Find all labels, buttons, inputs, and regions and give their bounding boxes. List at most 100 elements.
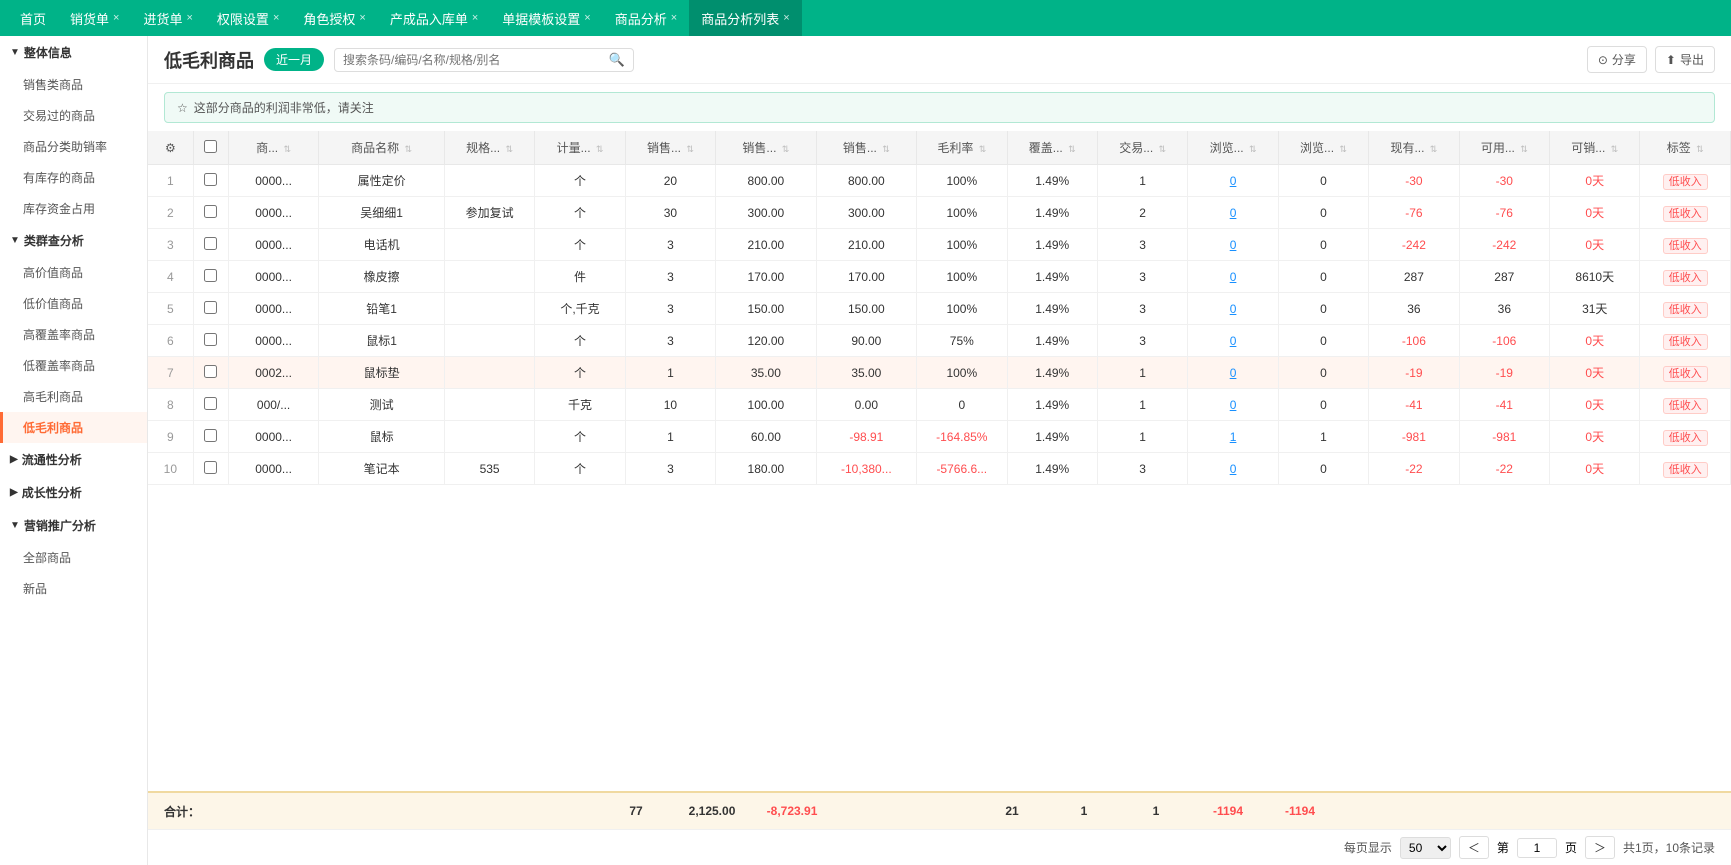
nav-item-产成品入库单[interactable]: 产成品入库单×	[378, 0, 490, 36]
row-browse1[interactable]: 0	[1188, 293, 1278, 325]
row-checkbox[interactable]	[193, 453, 228, 485]
share-button[interactable]: ⊙ 分享	[1587, 46, 1647, 73]
nav-close-icon[interactable]: ×	[273, 12, 279, 24]
nav-close-icon[interactable]: ×	[113, 12, 119, 24]
sidebar-item-新品[interactable]: 新品	[0, 573, 147, 604]
search-input[interactable]	[343, 53, 609, 67]
sidebar: ▼整体信息销售类商品交易过的商品商品分类助销率有库存的商品库存资金占用▼类群查分…	[0, 36, 148, 865]
sidebar-item-商品分类助销率[interactable]: 商品分类助销率	[0, 131, 147, 162]
sidebar-group-类群查分析[interactable]: ▼类群查分析	[0, 224, 147, 257]
nav-item-商品分析列表[interactable]: 商品分析列表×	[689, 0, 801, 36]
row-select-checkbox[interactable]	[204, 237, 217, 250]
period-button[interactable]: 近一月	[264, 48, 324, 71]
sidebar-item-高覆盖率商品[interactable]: 高覆盖率商品	[0, 319, 147, 350]
export-button[interactable]: ⬆ 导出	[1655, 46, 1715, 73]
per-page-select[interactable]: 50 20 100	[1400, 837, 1451, 859]
row-browse1[interactable]: 0	[1188, 357, 1278, 389]
row-checkbox[interactable]	[193, 421, 228, 453]
row-checkbox[interactable]	[193, 293, 228, 325]
nav-item-权限设置[interactable]: 权限设置×	[205, 0, 291, 36]
row-browse1[interactable]: 0	[1188, 325, 1278, 357]
row-select-checkbox[interactable]	[204, 269, 217, 282]
sidebar-group-流通性分析[interactable]: ▶流通性分析	[0, 443, 147, 476]
col-qty[interactable]: 销售... ⇅	[625, 131, 715, 165]
sidebar-group-整体信息[interactable]: ▼整体信息	[0, 36, 147, 69]
col-checkbox	[193, 131, 228, 165]
nav-close-icon[interactable]: ×	[584, 12, 590, 24]
page-number-input[interactable]	[1517, 838, 1557, 858]
sidebar-item-高价值商品[interactable]: 高价值商品	[0, 257, 147, 288]
prev-page-button[interactable]: ＜	[1459, 836, 1489, 859]
nav-item-商品分析[interactable]: 商品分析×	[603, 0, 689, 36]
row-browse1[interactable]: 1	[1188, 421, 1278, 453]
row-checkbox[interactable]	[193, 165, 228, 197]
search-icon[interactable]: 🔍	[609, 52, 625, 68]
sidebar-item-低覆盖率商品[interactable]: 低覆盖率商品	[0, 350, 147, 381]
row-browse1[interactable]: 0	[1188, 453, 1278, 485]
table-body: 1 0000... 属性定价 个 20 800.00 800.00 100% 1…	[148, 165, 1731, 485]
data-table: ⚙ 商... ⇅ 商品名称 ⇅ 规格... ⇅ 计量... ⇅ 销售... ⇅ …	[148, 131, 1731, 485]
row-browse1[interactable]: 0	[1188, 389, 1278, 421]
col-unit[interactable]: 计量... ⇅	[535, 131, 625, 165]
nav-close-icon[interactable]: ×	[783, 12, 789, 24]
nav-close-icon[interactable]: ×	[472, 12, 478, 24]
sidebar-item-低毛利商品[interactable]: 低毛利商品	[0, 412, 147, 443]
col-name[interactable]: 商品名称 ⇅	[319, 131, 445, 165]
sidebar-item-库存资金占用[interactable]: 库存资金占用	[0, 193, 147, 224]
nav-close-icon[interactable]: ×	[359, 12, 365, 24]
row-checkbox[interactable]	[193, 389, 228, 421]
row-checkbox[interactable]	[193, 261, 228, 293]
row-browse1[interactable]: 0	[1188, 197, 1278, 229]
row-select-checkbox[interactable]	[204, 429, 217, 442]
next-page-button[interactable]: ＞	[1585, 836, 1615, 859]
sidebar-item-交易过的商品[interactable]: 交易过的商品	[0, 100, 147, 131]
col-gear[interactable]: ⚙	[148, 131, 193, 165]
row-sale-amount: 170.00	[816, 261, 916, 293]
row-select-checkbox[interactable]	[204, 173, 217, 186]
nav-item-进货单[interactable]: 进货单×	[131, 0, 204, 36]
sidebar-item-有库存的商品[interactable]: 有库存的商品	[0, 162, 147, 193]
nav-item-首页[interactable]: 首页	[8, 0, 58, 36]
nav-close-icon[interactable]: ×	[186, 12, 192, 24]
col-tag[interactable]: 标签 ⇅	[1640, 131, 1731, 165]
col-code[interactable]: 商... ⇅	[228, 131, 318, 165]
nav-item-单据模板设置[interactable]: 单据模板设置×	[490, 0, 602, 36]
select-all-checkbox[interactable]	[204, 140, 217, 153]
row-browse1[interactable]: 0	[1188, 229, 1278, 261]
col-price[interactable]: 销售... ⇅	[716, 131, 816, 165]
table-container[interactable]: ⚙ 商... ⇅ 商品名称 ⇅ 规格... ⇅ 计量... ⇅ 销售... ⇅ …	[148, 131, 1731, 791]
row-select-checkbox[interactable]	[204, 365, 217, 378]
row-select-checkbox[interactable]	[204, 397, 217, 410]
col-sale-amount[interactable]: 销售... ⇅	[816, 131, 916, 165]
sidebar-item-高毛利商品[interactable]: 高毛利商品	[0, 381, 147, 412]
col-saleable[interactable]: 可销... ⇅	[1550, 131, 1640, 165]
col-stock[interactable]: 现有... ⇅	[1369, 131, 1459, 165]
sidebar-group-成长性分析[interactable]: ▶成长性分析	[0, 476, 147, 509]
row-checkbox[interactable]	[193, 229, 228, 261]
col-trade[interactable]: 交易... ⇅	[1097, 131, 1187, 165]
nav-item-角色授权[interactable]: 角色授权×	[291, 0, 377, 36]
col-browse2[interactable]: 浏览... ⇅	[1278, 131, 1368, 165]
col-coverage[interactable]: 覆盖... ⇅	[1007, 131, 1097, 165]
row-select-checkbox[interactable]	[204, 205, 217, 218]
row-select-checkbox[interactable]	[204, 301, 217, 314]
row-browse1[interactable]: 0	[1188, 165, 1278, 197]
row-checkbox[interactable]	[193, 197, 228, 229]
nav-item-销货单[interactable]: 销货单×	[58, 0, 131, 36]
col-gross-rate[interactable]: 毛利率 ⇅	[917, 131, 1007, 165]
col-browse1[interactable]: 浏览... ⇅	[1188, 131, 1278, 165]
row-select-checkbox[interactable]	[204, 333, 217, 346]
row-select-checkbox[interactable]	[204, 461, 217, 474]
row-available: -22	[1459, 453, 1549, 485]
row-checkbox[interactable]	[193, 357, 228, 389]
nav-close-icon[interactable]: ×	[671, 12, 677, 24]
sidebar-group-营销推广分析[interactable]: ▼营销推广分析	[0, 509, 147, 542]
col-available[interactable]: 可用... ⇅	[1459, 131, 1549, 165]
sidebar-item-低价值商品[interactable]: 低价值商品	[0, 288, 147, 319]
sidebar-item-销售类商品[interactable]: 销售类商品	[0, 69, 147, 100]
row-checkbox[interactable]	[193, 325, 228, 357]
sidebar-item-全部商品[interactable]: 全部商品	[0, 542, 147, 573]
row-tag: 低收入	[1640, 325, 1731, 357]
col-spec[interactable]: 规格... ⇅	[444, 131, 534, 165]
row-browse1[interactable]: 0	[1188, 261, 1278, 293]
